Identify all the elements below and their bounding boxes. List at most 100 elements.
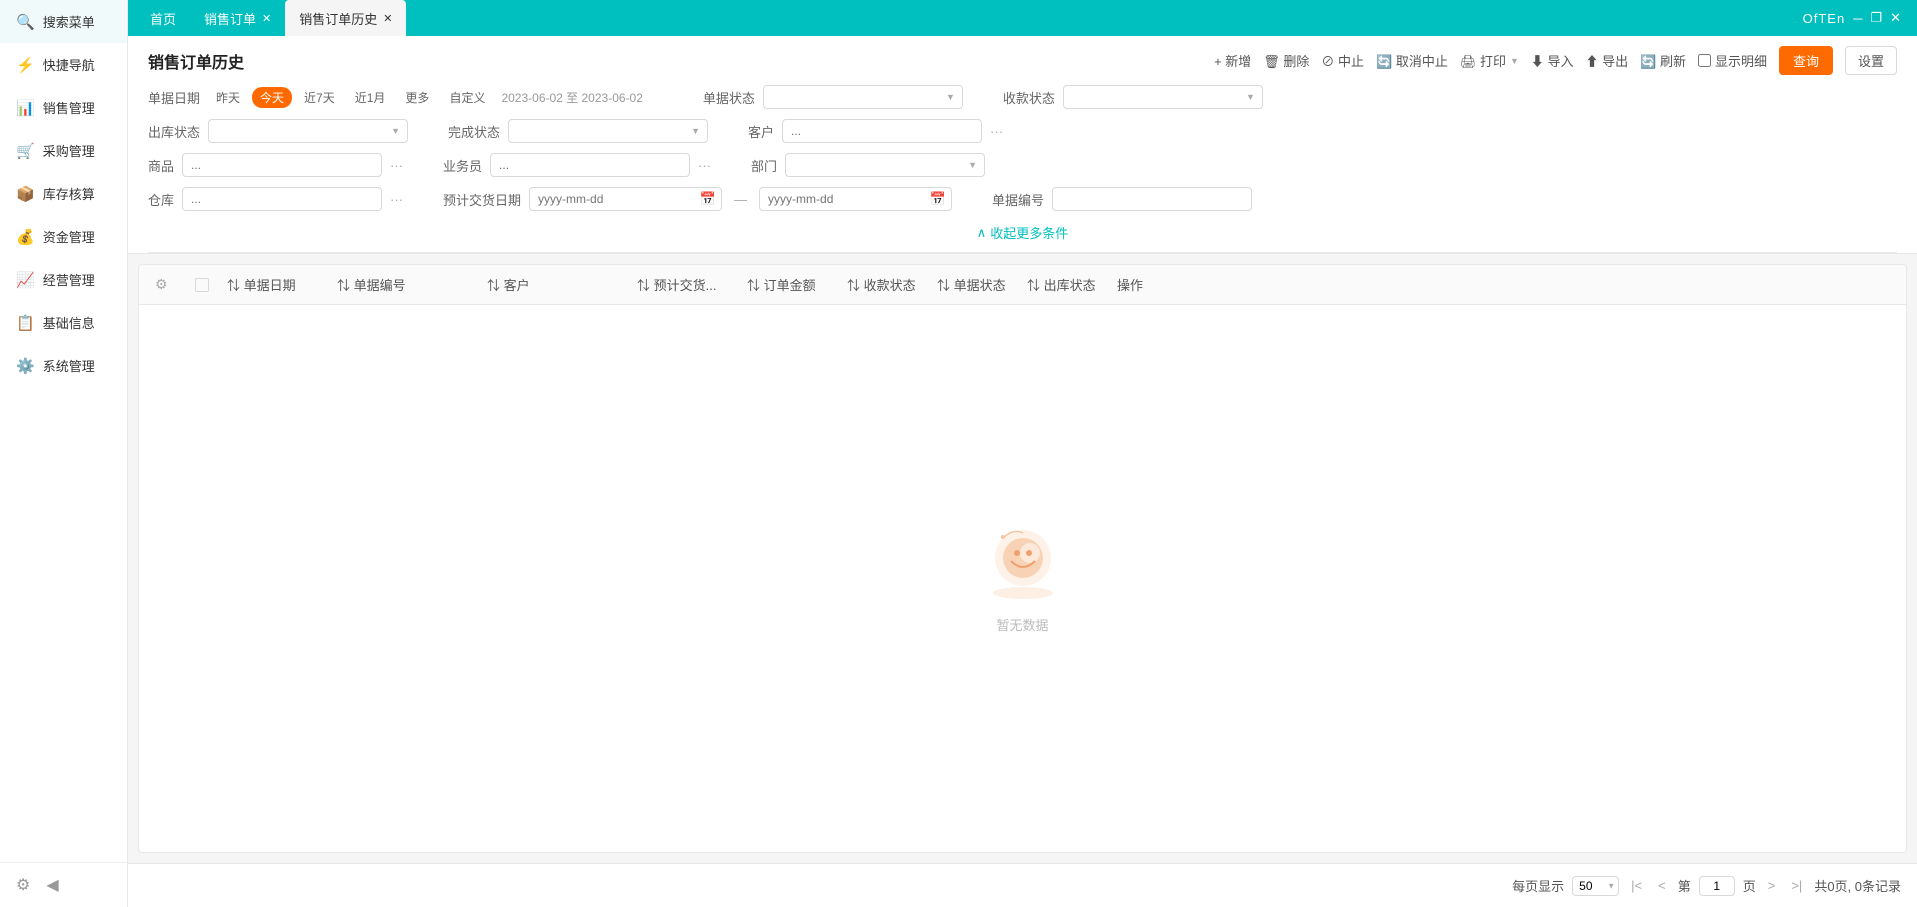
print-button[interactable]: 🖨 打印 ▼ bbox=[1460, 51, 1519, 70]
system-icon: ⚙️ bbox=[16, 357, 35, 375]
th-bill[interactable]: ⇅ 单据状态 bbox=[929, 275, 1019, 294]
first-page-btn[interactable]: |< bbox=[1627, 878, 1646, 893]
page-input[interactable] bbox=[1699, 876, 1735, 896]
query-button[interactable]: 查询 bbox=[1779, 46, 1833, 75]
filter-salesman: 业务员 ··· bbox=[443, 153, 711, 177]
tab-sales-order-history-close[interactable]: ✕ bbox=[383, 12, 392, 25]
delete-button[interactable]: 🗑 删除 bbox=[1263, 51, 1309, 70]
sidebar-item-label: 系统管理 bbox=[43, 356, 95, 375]
delivery-date-label: 预计交货日期 bbox=[443, 190, 521, 209]
th-no[interactable]: ⇅ 单据编号 bbox=[329, 275, 479, 294]
tab-sales-order-close[interactable]: ✕ bbox=[262, 12, 271, 25]
operations-icon: 📈 bbox=[16, 271, 35, 289]
export-button[interactable]: ⬆ 导出 bbox=[1586, 51, 1629, 70]
sidebar-item-inventory[interactable]: 📦 库存核算 bbox=[0, 172, 127, 215]
th-payment-label: ⇅ 收款状态 bbox=[847, 275, 916, 294]
tab-home[interactable]: 首页 bbox=[136, 0, 190, 36]
table-settings-icon[interactable]: ⚙ bbox=[155, 276, 168, 293]
th-delivery2[interactable]: ⇅ 出库状态 bbox=[1019, 275, 1109, 294]
filter-payment-status: 收款状态 bbox=[1003, 85, 1263, 109]
salesman-more[interactable]: ··· bbox=[698, 158, 711, 173]
display-cols-label[interactable]: 显示明细 bbox=[1698, 51, 1767, 70]
sidebar-item-quick-nav[interactable]: ⚡ 快捷导航 bbox=[0, 43, 127, 86]
th-action: 操作 bbox=[1109, 275, 1898, 294]
filter-delivery-date: 预计交货日期 📅 — 📅 bbox=[443, 187, 952, 211]
bill-status-select[interactable] bbox=[763, 85, 963, 109]
page-size-select[interactable]: 10 20 50 100 bbox=[1572, 876, 1619, 896]
settings-button[interactable]: 设置 bbox=[1845, 46, 1897, 75]
chip-7days[interactable]: 近7天 bbox=[296, 87, 343, 108]
salesman-input[interactable] bbox=[490, 153, 690, 177]
minimize-icon[interactable]: ─ bbox=[1853, 11, 1862, 26]
cancel-stop-button[interactable]: 🔄 取消中止 bbox=[1376, 51, 1448, 70]
goods-input[interactable] bbox=[182, 153, 382, 177]
collapse-button[interactable]: ∧ 收起更多条件 bbox=[977, 223, 1069, 242]
display-cols-checkbox[interactable] bbox=[1698, 54, 1711, 67]
filter-area: 单据日期 昨天 今天 近7天 近1月 更多 自定义 2023-06-02 至 2… bbox=[148, 85, 1897, 253]
bill-no-input[interactable] bbox=[1052, 187, 1252, 211]
th-date[interactable]: ⇅ 单据日期 bbox=[219, 275, 329, 294]
warehouse-input[interactable] bbox=[182, 187, 382, 211]
payment-status-select[interactable] bbox=[1063, 85, 1263, 109]
tab-sales-order-history[interactable]: 销售订单历史 ✕ bbox=[285, 0, 406, 36]
delete-label: 🗑 删除 bbox=[1263, 51, 1309, 70]
chip-today[interactable]: 今天 bbox=[252, 87, 292, 108]
toolbar: + 新增 🗑 删除 ⊘ 中止 🔄 取消中止 🖨 打印 ▼ bbox=[1214, 46, 1897, 75]
th-check[interactable] bbox=[187, 278, 219, 292]
filter-row-3: 商品 ··· 业务员 ··· 部门 bbox=[148, 153, 1897, 177]
close-window-icon[interactable]: ✕ bbox=[1890, 10, 1901, 26]
th-customer[interactable]: ⇅ 客户 bbox=[479, 275, 629, 294]
chip-custom[interactable]: 自定义 bbox=[441, 87, 493, 108]
collapse-up-icon: ∧ bbox=[977, 225, 987, 241]
goods-more[interactable]: ··· bbox=[390, 158, 403, 173]
tab-sales-order[interactable]: 销售订单 ✕ bbox=[190, 0, 285, 36]
delivery-date-from[interactable] bbox=[529, 187, 722, 211]
sidebar-bottom: ⚙ ◀ bbox=[0, 862, 127, 907]
sidebar-item-basic-info[interactable]: 📋 基础信息 bbox=[0, 301, 127, 344]
print-label: 🖨 打印 bbox=[1460, 51, 1506, 70]
sidebar-item-capital[interactable]: 💰 资金管理 bbox=[0, 215, 127, 258]
chip-1month[interactable]: 近1月 bbox=[347, 87, 394, 108]
customer-input[interactable] bbox=[782, 119, 982, 143]
filter-row-2: 出库状态 完成状态 bbox=[148, 119, 1897, 143]
filter-warehouse: 仓库 ··· bbox=[148, 187, 403, 211]
collapse-sidebar-icon[interactable]: ◀ bbox=[46, 875, 58, 895]
completion-status-select[interactable] bbox=[508, 119, 708, 143]
department-select[interactable] bbox=[785, 153, 985, 177]
sidebar-item-sales[interactable]: 📊 销售管理 bbox=[0, 86, 127, 129]
sidebar-item-system[interactable]: ⚙️ 系统管理 bbox=[0, 344, 127, 387]
sidebar-item-search[interactable]: 🔍 搜索菜单 bbox=[0, 0, 127, 43]
th-settings[interactable]: ⚙ bbox=[147, 276, 187, 293]
delivery-date-to[interactable] bbox=[759, 187, 952, 211]
sidebar-item-label: 快捷导航 bbox=[43, 55, 95, 74]
customer-more[interactable]: ··· bbox=[990, 124, 1003, 139]
th-action-label: 操作 bbox=[1117, 275, 1143, 294]
th-delivery-label: ⇅ 预计交货... bbox=[637, 275, 716, 294]
th-payment[interactable]: ⇅ 收款状态 bbox=[839, 275, 929, 294]
last-page-btn[interactable]: >| bbox=[1787, 878, 1806, 893]
chip-more[interactable]: 更多 bbox=[397, 87, 437, 108]
import-button[interactable]: ⬇ 导入 bbox=[1531, 51, 1574, 70]
main-area: 首页 销售订单 ✕ 销售订单历史 ✕ OfTEn ─ ❐ ✕ 销售订单历史 + … bbox=[128, 0, 1917, 907]
delivery-status-select[interactable] bbox=[208, 119, 408, 143]
filter-row-1: 单据日期 昨天 今天 近7天 近1月 更多 自定义 2023-06-02 至 2… bbox=[148, 85, 1897, 109]
prev-page-btn[interactable]: < bbox=[1654, 878, 1670, 893]
chip-yesterday[interactable]: 昨天 bbox=[208, 87, 248, 108]
new-button[interactable]: + 新增 bbox=[1214, 51, 1251, 70]
goods-label: 商品 bbox=[148, 156, 174, 175]
refresh-button[interactable]: 🔄 刷新 bbox=[1640, 51, 1686, 70]
filter-customer: 客户 ··· bbox=[748, 119, 1003, 143]
warehouse-more[interactable]: ··· bbox=[390, 192, 403, 207]
export-label: ⬆ 导出 bbox=[1586, 51, 1629, 70]
sidebar-item-purchase[interactable]: 🛒 采购管理 bbox=[0, 129, 127, 172]
restore-icon[interactable]: ❐ bbox=[1870, 10, 1882, 26]
th-delivery[interactable]: ⇅ 预计交货... bbox=[629, 275, 739, 294]
th-amount[interactable]: ⇅ 订单金额 bbox=[739, 275, 839, 294]
sidebar-item-operations[interactable]: 📈 经营管理 bbox=[0, 258, 127, 301]
settings-bottom-icon[interactable]: ⚙ bbox=[16, 875, 30, 895]
topbar-brand: OfTEn bbox=[1803, 11, 1846, 26]
tab-home-label: 首页 bbox=[150, 9, 176, 28]
next-page-btn[interactable]: > bbox=[1764, 878, 1780, 893]
stop-button[interactable]: ⊘ 中止 bbox=[1321, 51, 1364, 70]
select-all-checkbox[interactable] bbox=[195, 278, 209, 292]
